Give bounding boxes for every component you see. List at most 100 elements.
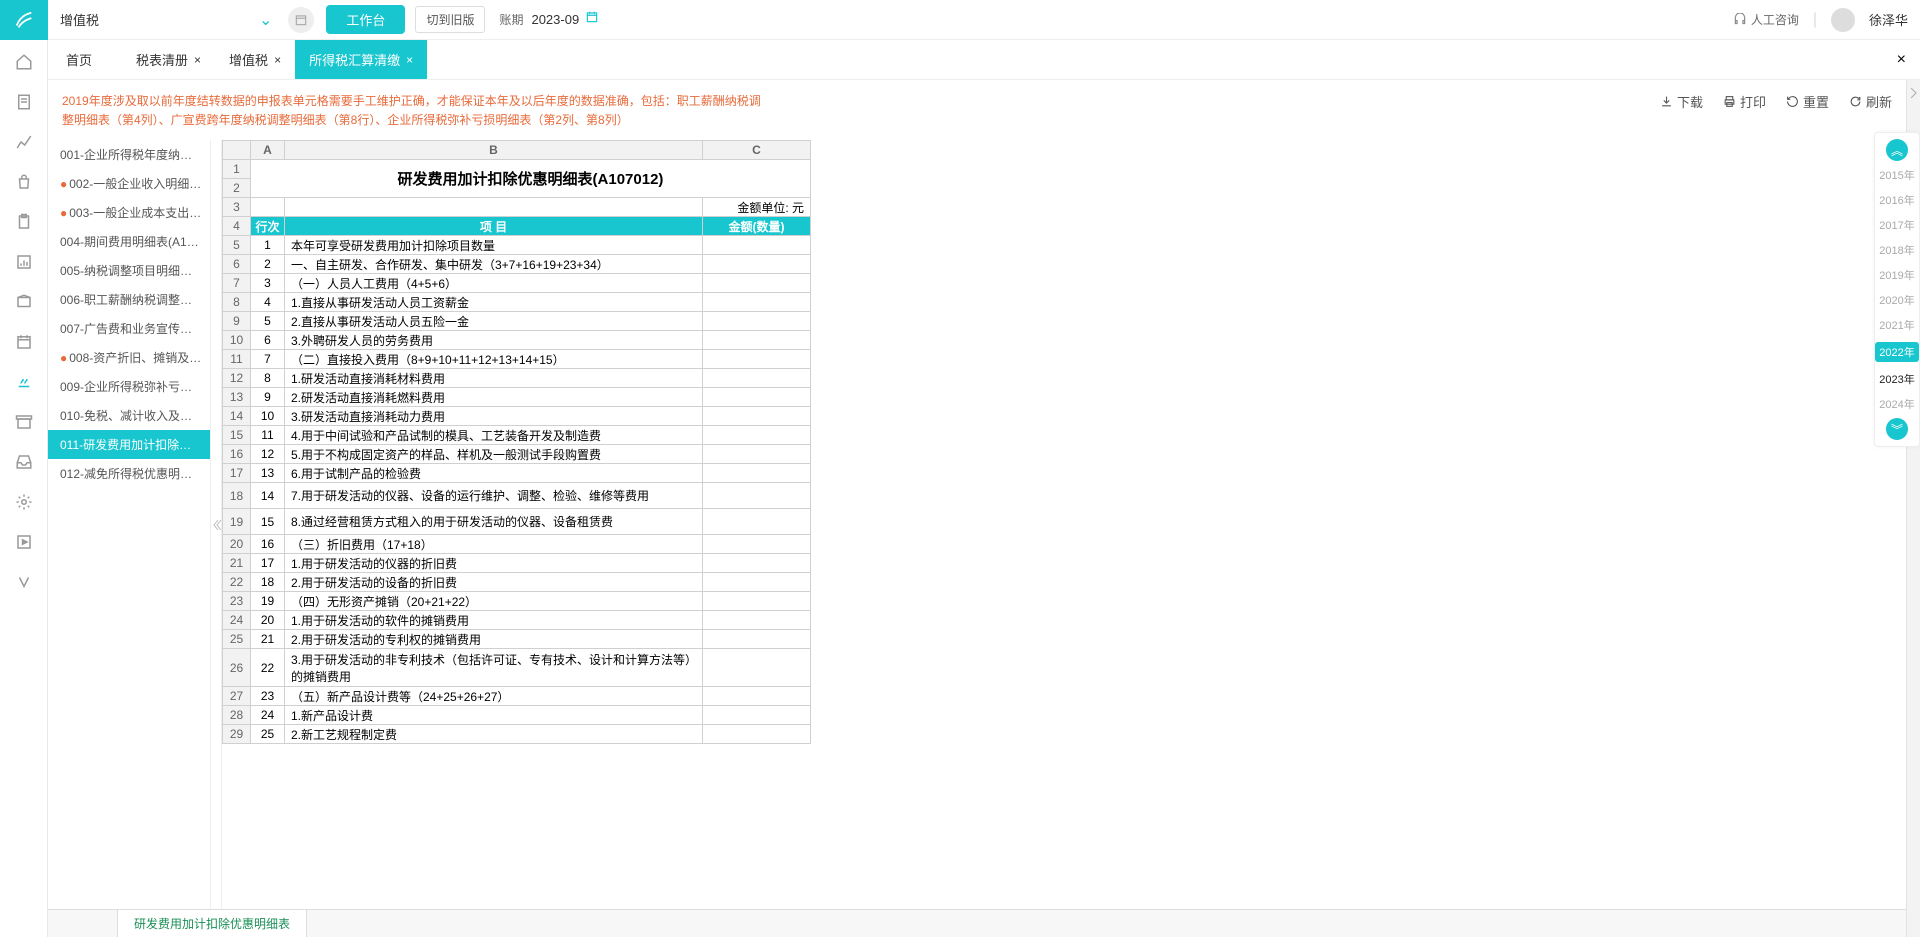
- row-index[interactable]: 11: [251, 426, 285, 445]
- year-item[interactable]: 2021年: [1879, 317, 1914, 333]
- row-index[interactable]: 2: [251, 255, 285, 274]
- year-item[interactable]: 2022年: [1875, 342, 1918, 362]
- form-list-item[interactable]: 001-企业所得税年度纳税申…: [48, 140, 210, 169]
- row-index[interactable]: 6: [251, 331, 285, 350]
- row-amount[interactable]: [703, 293, 811, 312]
- row-amount[interactable]: [703, 535, 811, 554]
- form-list-item[interactable]: ●003-一般企业成本支出明细…: [48, 198, 210, 227]
- form-list-item[interactable]: 004-期间费用明细表(A1040…: [48, 227, 210, 256]
- corner-cell[interactable]: [223, 141, 251, 160]
- row-index[interactable]: 20: [251, 611, 285, 630]
- module-dropdown-label[interactable]: 增值税: [60, 10, 99, 29]
- form-list-item[interactable]: 007-广告费和业务宣传费跨…: [48, 314, 210, 343]
- year-item[interactable]: 2019年: [1879, 267, 1914, 283]
- close-icon[interactable]: ×: [194, 53, 201, 67]
- tab-income-tax[interactable]: 所得税汇算清缴×: [295, 40, 427, 79]
- play-icon[interactable]: [0, 524, 48, 560]
- row-project[interactable]: 1.用于研发活动的软件的摊销费用: [285, 611, 703, 630]
- row-amount[interactable]: [703, 509, 811, 535]
- inbox-icon[interactable]: [0, 444, 48, 480]
- close-all-icon[interactable]: ×: [1897, 51, 1906, 69]
- refresh-button[interactable]: 刷新: [1849, 92, 1892, 111]
- consult-link[interactable]: 人工咨询: [1733, 11, 1799, 28]
- row-project[interactable]: （三）折旧费用（17+18）: [285, 535, 703, 554]
- row-project[interactable]: 2.研发活动直接消耗燃料费用: [285, 388, 703, 407]
- steam-icon[interactable]: [0, 364, 48, 400]
- row-amount[interactable]: [703, 426, 811, 445]
- row-index[interactable]: 22: [251, 649, 285, 687]
- row-project[interactable]: 3.用于研发活动的非专利技术（包括许可证、专有技术、设计和计算方法等）的摊销费用: [285, 649, 703, 687]
- row-project[interactable]: （五）新产品设计费等（24+25+26+27）: [285, 687, 703, 706]
- row-project[interactable]: 2.新工艺规程制定费: [285, 725, 703, 744]
- row-project[interactable]: 1.新产品设计费: [285, 706, 703, 725]
- row-amount[interactable]: [703, 630, 811, 649]
- row-index[interactable]: 25: [251, 725, 285, 744]
- row-amount[interactable]: [703, 573, 811, 592]
- year-item[interactable]: 2020年: [1879, 292, 1914, 308]
- row-index[interactable]: 15: [251, 509, 285, 535]
- col-header-B[interactable]: B: [285, 141, 703, 160]
- form-list-item[interactable]: 006-职工薪酬纳税调整明细…: [48, 285, 210, 314]
- settings-icon[interactable]: [0, 484, 48, 520]
- row-project[interactable]: 1.直接从事研发活动人员工资薪金: [285, 293, 703, 312]
- row-amount[interactable]: [703, 725, 811, 744]
- row-amount[interactable]: [703, 464, 811, 483]
- row-amount[interactable]: [703, 445, 811, 464]
- row-index[interactable]: 10: [251, 407, 285, 426]
- reset-button[interactable]: 重置: [1786, 92, 1829, 111]
- row-amount[interactable]: [703, 369, 811, 388]
- download-button[interactable]: 下载: [1660, 92, 1703, 111]
- switch-old-button[interactable]: 切到旧版: [415, 6, 485, 33]
- row-index[interactable]: 4: [251, 293, 285, 312]
- tab-vat[interactable]: 增值税×: [215, 40, 295, 79]
- row-index[interactable]: 14: [251, 483, 285, 509]
- row-index[interactable]: 18: [251, 573, 285, 592]
- row-index[interactable]: 3: [251, 274, 285, 293]
- period-calendar-icon[interactable]: [585, 10, 599, 29]
- row-project[interactable]: （一）人员人工费用（4+5+6）: [285, 274, 703, 293]
- row-index[interactable]: 1: [251, 236, 285, 255]
- row-amount[interactable]: [703, 274, 811, 293]
- form-list-item[interactable]: 010-免税、减计收入及加计…: [48, 401, 210, 430]
- doc-icon[interactable]: [0, 84, 48, 120]
- year-item[interactable]: 2015年: [1879, 167, 1914, 183]
- row-project[interactable]: 本年可享受研发费用加计扣除项目数量: [285, 236, 703, 255]
- archive-icon[interactable]: [0, 404, 48, 440]
- year-up-icon[interactable]: ︽: [1886, 139, 1908, 161]
- chevron-down-icon[interactable]: ⌄: [259, 10, 272, 30]
- row-project[interactable]: 4.用于中间试验和产品试制的模具、工艺装备开发及制造费: [285, 426, 703, 445]
- v-icon[interactable]: [0, 564, 48, 600]
- row-amount[interactable]: [703, 649, 811, 687]
- year-down-icon[interactable]: ︾: [1886, 418, 1908, 440]
- year-item[interactable]: 2016年: [1879, 192, 1914, 208]
- row-amount[interactable]: [703, 554, 811, 573]
- row-index[interactable]: 13: [251, 464, 285, 483]
- row-project[interactable]: （四）无形资产摊销（20+21+22）: [285, 592, 703, 611]
- row-project[interactable]: 2.直接从事研发活动人员五险一金: [285, 312, 703, 331]
- row-index[interactable]: 5: [251, 312, 285, 331]
- row-amount[interactable]: [703, 236, 811, 255]
- form-list-item[interactable]: 012-减免所得税优惠明细表(…: [48, 459, 210, 488]
- row-index[interactable]: 8: [251, 369, 285, 388]
- row-amount[interactable]: [703, 687, 811, 706]
- row-project[interactable]: 2.用于研发活动的专利权的摊销费用: [285, 630, 703, 649]
- row-amount[interactable]: [703, 350, 811, 369]
- row-project[interactable]: 3.研发活动直接消耗动力费用: [285, 407, 703, 426]
- row-project[interactable]: 2.用于研发活动的设备的折旧费: [285, 573, 703, 592]
- year-item[interactable]: 2024年: [1879, 396, 1914, 412]
- row-index[interactable]: 23: [251, 687, 285, 706]
- horizontal-scrollbar[interactable]: [1286, 917, 1906, 931]
- report-icon[interactable]: [0, 244, 48, 280]
- year-item[interactable]: 2018年: [1879, 242, 1914, 258]
- row-project[interactable]: 8.通过经营租赁方式租入的用于研发活动的仪器、设备租赁费: [285, 509, 703, 535]
- print-button[interactable]: 打印: [1723, 92, 1766, 111]
- bag-icon[interactable]: [0, 164, 48, 200]
- form-list-item[interactable]: 005-纳税调整项目明细表(A1…: [48, 256, 210, 285]
- row-index[interactable]: 12: [251, 445, 285, 464]
- spreadsheet[interactable]: A B C 1研发费用加计扣除优惠明细表(A107012) 2 3金额单位: 元…: [222, 140, 1906, 909]
- row-amount[interactable]: [703, 255, 811, 274]
- close-icon[interactable]: ×: [274, 53, 281, 67]
- row-amount[interactable]: [703, 312, 811, 331]
- row-index[interactable]: 17: [251, 554, 285, 573]
- row-project[interactable]: 1.用于研发活动的仪器的折旧费: [285, 554, 703, 573]
